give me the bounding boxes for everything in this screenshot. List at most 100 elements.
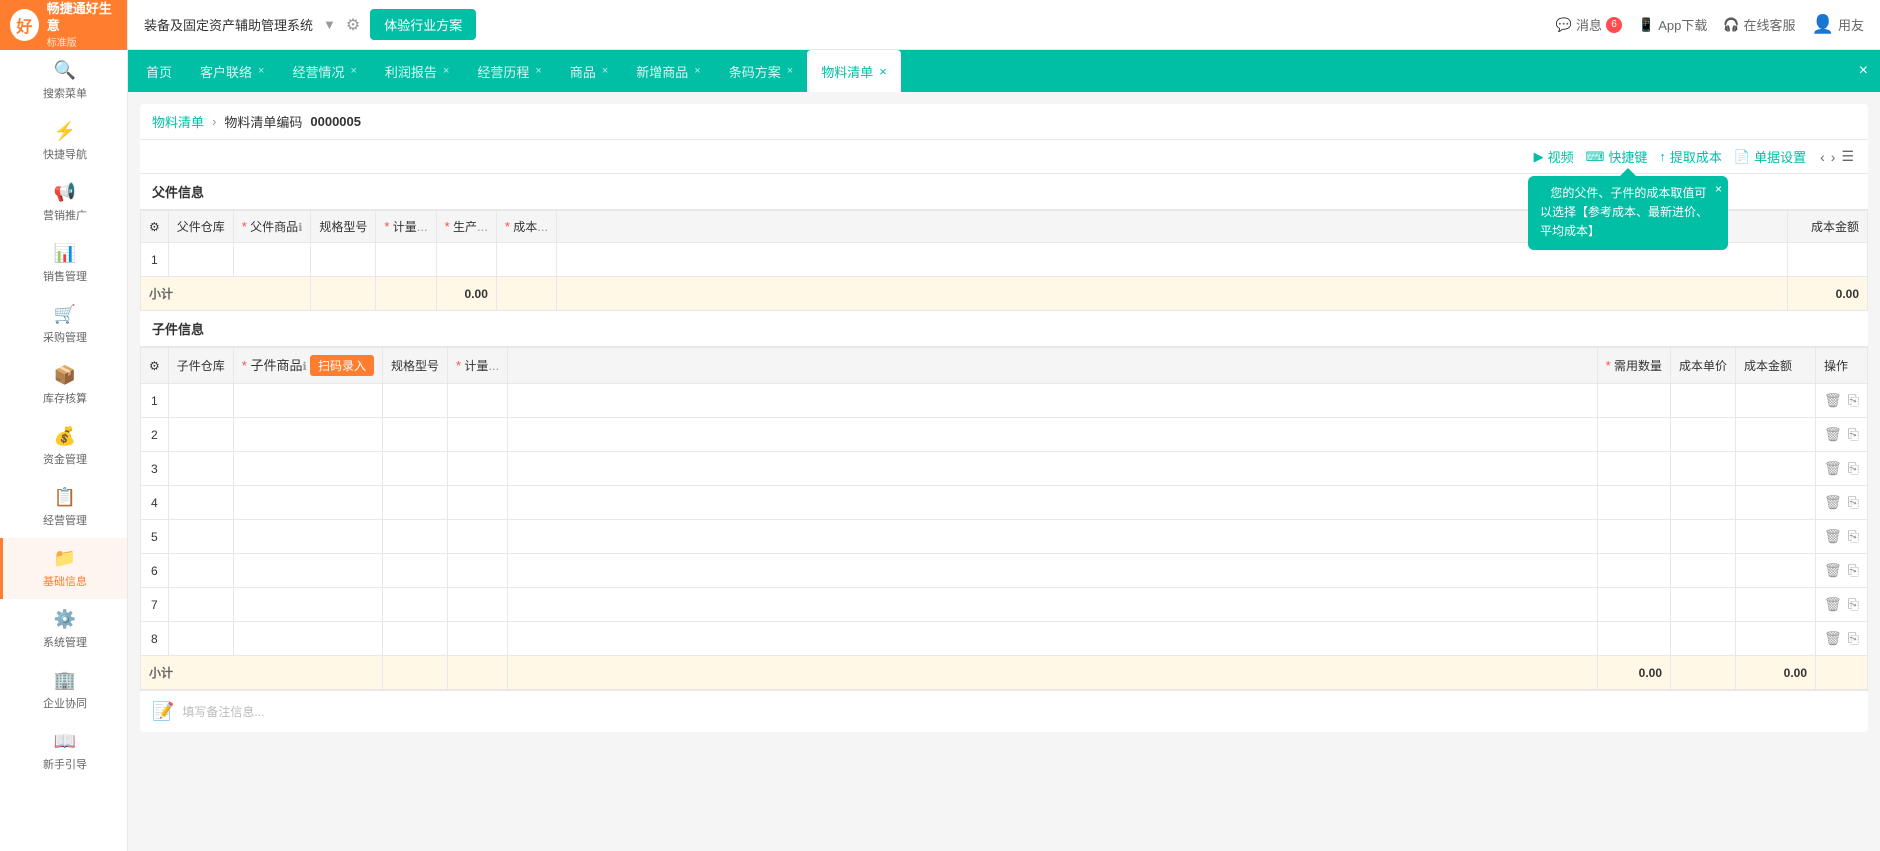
tab-profit[interactable]: 利润报告 × xyxy=(371,50,463,92)
child-row-1-quantity[interactable] xyxy=(1597,384,1670,418)
tab-close-bom[interactable]: × xyxy=(879,64,887,79)
settings-icon[interactable]: ⚙ xyxy=(346,15,360,35)
copy-icon-3[interactable]: ⎘ xyxy=(1848,460,1859,477)
message-btn[interactable]: 💬 消息 6 xyxy=(1556,15,1622,34)
sidebar-item-basic[interactable]: 📁 基础信息 xyxy=(0,538,127,599)
finance-icon: 💰 xyxy=(54,426,76,447)
user-btn[interactable]: 👤 用友 xyxy=(1812,14,1864,35)
tab-bom[interactable]: 物料清单 × xyxy=(807,50,901,92)
tab-customer[interactable]: 客户联络 × xyxy=(186,50,278,92)
th-child-cost-amount: 成本金额 xyxy=(1736,348,1816,384)
sidebar-item-purchase[interactable]: 🛒 采购管理 xyxy=(0,294,127,355)
tab-operation-status[interactable]: 经营情况 × xyxy=(278,50,370,92)
th-parent-unit: * 计量... xyxy=(376,211,436,243)
sidebar-item-quick-nav[interactable]: ⚡ 快捷导航 xyxy=(0,111,127,172)
tab-close-operation-history[interactable]: × xyxy=(535,65,541,77)
parent-subtotal-empty1 xyxy=(311,277,376,311)
phone-icon: 📱 xyxy=(1638,17,1654,33)
sidebar-item-sales[interactable]: 📊 销售管理 xyxy=(0,233,127,294)
copy-icon-2[interactable]: ⎘ xyxy=(1848,426,1859,443)
breadcrumb-code-value: 0000005 xyxy=(310,114,361,129)
navtabs-end: × xyxy=(1851,58,1876,84)
nav-prev[interactable]: ‹ xyxy=(1818,147,1827,167)
parent-cost-cell[interactable] xyxy=(496,243,556,277)
shortcut-btn[interactable]: ⌨ 快捷键 xyxy=(1586,147,1648,166)
copy-icon-4[interactable]: ⎘ xyxy=(1848,494,1859,511)
copy-icon-6[interactable]: ⎘ xyxy=(1848,562,1859,579)
parent-warehouse-cell[interactable] xyxy=(168,243,233,277)
parent-unit-cell[interactable] xyxy=(376,243,436,277)
breadcrumb-parent[interactable]: 物料清单 xyxy=(152,112,204,131)
sidebar-item-guide[interactable]: 📖 新手引导 xyxy=(0,721,127,782)
child-row-1-cost-amount[interactable] xyxy=(1736,384,1816,418)
tab-close-customer[interactable]: × xyxy=(258,65,264,77)
delete-icon-4[interactable]: 🗑 xyxy=(1824,494,1842,511)
trial-button[interactable]: 体验行业方案 xyxy=(370,9,476,40)
parent-goods-cell[interactable] xyxy=(233,243,311,277)
parent-cost-amount-cell[interactable] xyxy=(1788,243,1868,277)
tab-goods[interactable]: 商品 × xyxy=(556,50,622,92)
sidebar-item-operation[interactable]: 📋 经营管理 xyxy=(0,477,127,538)
th-child-warehouse: 子件仓库 xyxy=(168,348,233,384)
tab-home[interactable]: 首页 xyxy=(132,50,186,92)
tab-close-operation-status[interactable]: × xyxy=(350,65,356,77)
view-btn[interactable]: ▶ 视频 xyxy=(1534,147,1574,166)
parent-production-cell[interactable] xyxy=(436,243,496,277)
tab-close-barcode[interactable]: × xyxy=(787,65,793,77)
marketing-icon: 📢 xyxy=(54,182,76,203)
child-row-1-unit[interactable] xyxy=(448,384,508,418)
child-row-4: 4 🗑⎘ xyxy=(141,486,1868,520)
topbar-actions: 💬 消息 6 📱 App下载 🎧 在线客服 👤 用友 xyxy=(1556,14,1864,35)
toolbar: ▶ 视频 ⌨ 快捷键 ↑ 提取成本 📄 单据设置 ‹ › xyxy=(140,140,1868,174)
child-row-1-goods[interactable] xyxy=(233,384,382,418)
copy-icon-5[interactable]: ⎘ xyxy=(1848,528,1859,545)
sidebar-item-search[interactable]: 🔍 搜索菜单 xyxy=(0,50,127,111)
child-row-3: 3 🗑⎘ xyxy=(141,452,1868,486)
child-section: 子件信息 ⚙ 子件仓库 * 子件商品ℹ 扫码录入 规格型号 * 计量... xyxy=(140,311,1868,690)
system-title: 装备及固定资产辅助管理系统 xyxy=(144,15,313,34)
tab-new-goods[interactable]: 新增商品 × xyxy=(622,50,714,92)
note-placeholder: 填写备注信息... xyxy=(182,703,264,720)
topbar-dropdown-icon[interactable]: ▼ xyxy=(323,17,336,32)
tooltip-close-btn[interactable]: × xyxy=(1715,180,1722,199)
child-row-1-unit-cost[interactable] xyxy=(1671,384,1736,418)
delete-icon-2[interactable]: 🗑 xyxy=(1824,426,1842,443)
nav-menu[interactable]: ☰ xyxy=(1839,146,1856,167)
tab-close-new-goods[interactable]: × xyxy=(694,65,700,77)
tab-close-profit[interactable]: × xyxy=(443,65,449,77)
navtab-close-all[interactable]: × xyxy=(1851,58,1876,84)
app-download-btn[interactable]: 📱 App下载 xyxy=(1638,15,1707,34)
single-settings-btn[interactable]: 📄 单据设置 xyxy=(1734,147,1806,166)
tab-operation-history[interactable]: 经营历程 × xyxy=(463,50,555,92)
delete-icon-8[interactable]: 🗑 xyxy=(1824,630,1842,647)
nav-next[interactable]: › xyxy=(1829,147,1838,167)
delete-icon-1[interactable]: 🗑 xyxy=(1824,392,1842,409)
copy-icon-8[interactable]: ⎘ xyxy=(1848,630,1859,647)
delete-icon-3[interactable]: 🗑 xyxy=(1824,460,1842,477)
child-subtotal-row: 小计 0.00 0.00 xyxy=(141,656,1868,690)
sidebar-item-finance[interactable]: 💰 资金管理 xyxy=(0,416,127,477)
child-row-1-spec[interactable] xyxy=(383,384,448,418)
search-icon: 🔍 xyxy=(54,60,76,81)
breadcrumb-code-label: 物料清单编码 xyxy=(224,112,302,131)
online-service-btn[interactable]: 🎧 在线客服 xyxy=(1723,15,1795,34)
sidebar-item-enterprise[interactable]: 🏢 企业协同 xyxy=(0,660,127,721)
copy-icon-1[interactable]: ⎘ xyxy=(1848,392,1859,409)
copy-icon-7[interactable]: ⎘ xyxy=(1848,596,1859,613)
th-parent-production: * 生产... xyxy=(436,211,496,243)
delete-icon-5[interactable]: 🗑 xyxy=(1824,528,1842,545)
extract-cost-btn[interactable]: ↑ 提取成本 xyxy=(1659,147,1722,166)
tab-close-goods[interactable]: × xyxy=(602,65,608,77)
sidebar-item-stock[interactable]: 📦 库存核算 xyxy=(0,355,127,416)
video-icon: ▶ xyxy=(1534,149,1544,165)
parent-spec-cell[interactable] xyxy=(311,243,376,277)
child-row-1-warehouse[interactable] xyxy=(168,384,233,418)
tab-barcode[interactable]: 条码方案 × xyxy=(715,50,807,92)
scan-btn[interactable]: 扫码录入 xyxy=(310,355,374,376)
delete-icon-7[interactable]: 🗑 xyxy=(1824,596,1842,613)
sidebar-item-system[interactable]: ⚙️ 系统管理 xyxy=(0,599,127,660)
child-subtotal-label: 小计 xyxy=(141,656,383,690)
delete-icon-6[interactable]: 🗑 xyxy=(1824,562,1842,579)
sidebar-item-marketing[interactable]: 📢 营销推广 xyxy=(0,172,127,233)
settings-doc-icon: 📄 xyxy=(1734,149,1750,165)
